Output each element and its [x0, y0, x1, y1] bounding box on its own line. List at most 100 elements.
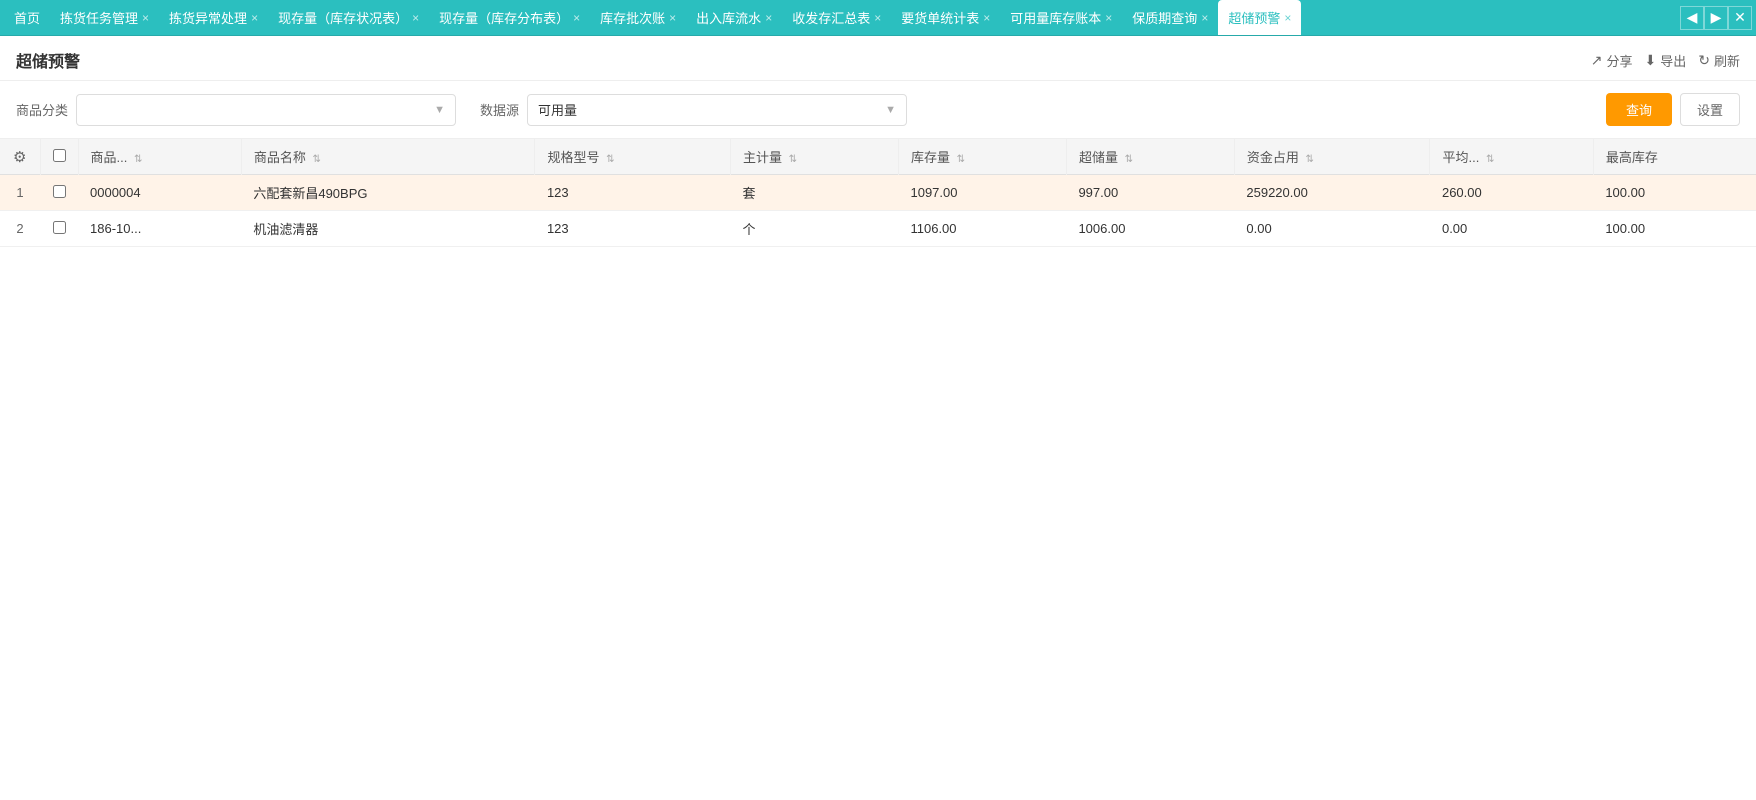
th-checkbox	[40, 139, 78, 175]
cell-product-name-1: 机油滤清器	[241, 211, 535, 247]
cell-spec-0: 123	[535, 175, 731, 211]
cell-product-code-1: 186-10...	[78, 211, 241, 247]
nav-close-stock-status[interactable]: ×	[412, 11, 419, 25]
sort-avg-icon: ⇅	[1486, 154, 1494, 165]
product-category-select[interactable]: ▼	[76, 94, 456, 126]
cell-product-name-0: 六配套新昌490BPG	[241, 175, 535, 211]
sort-stock-icon: ⇅	[957, 154, 965, 165]
export-button[interactable]: ⬇ 导出	[1645, 51, 1687, 70]
cell-stock-0: 1097.00	[898, 175, 1066, 211]
th-overstock[interactable]: 超储量 ⇅	[1066, 139, 1234, 175]
row-checkbox-0[interactable]	[40, 175, 78, 211]
nav-close-overstock[interactable]: ×	[1284, 11, 1291, 25]
row-checkbox-1[interactable]	[40, 211, 78, 247]
filter-bar: 商品分类 ▼ 数据源 可用量 ▼ 查询 设置	[0, 81, 1756, 139]
export-icon: ⬇	[1645, 52, 1657, 69]
row-select-0[interactable]	[53, 185, 66, 198]
select-all-checkbox[interactable]	[53, 149, 66, 162]
sort-unit-icon: ⇅	[789, 154, 797, 165]
sort-overstock-icon: ⇅	[1125, 154, 1133, 165]
nav-close-inout[interactable]: ×	[765, 11, 772, 25]
data-source-select[interactable]: 可用量 ▼	[527, 94, 907, 126]
nav-close-summary[interactable]: ×	[874, 11, 881, 25]
nav-close-stock-dist[interactable]: ×	[573, 11, 580, 25]
nav-next-button[interactable]: ▶	[1704, 6, 1728, 30]
data-table: ⚙ 商品... ⇅ 商品名称 ⇅ 规格型号 ⇅	[0, 139, 1756, 247]
refresh-icon: ↻	[1698, 52, 1710, 69]
table-row: 2 186-10... 机油滤清器 123 个 1106.00 1006.00 …	[0, 211, 1756, 247]
settings-button[interactable]: 设置	[1680, 93, 1740, 126]
page-header: 超储预警 ↗ 分享 ⬇ 导出 ↻ 刷新	[0, 36, 1756, 81]
nav-item-overstock[interactable]: 超储预警 ×	[1218, 0, 1301, 36]
cell-max-stock-1: 100.00	[1593, 211, 1756, 247]
refresh-button[interactable]: ↻ 刷新	[1698, 51, 1740, 70]
th-settings: ⚙	[0, 139, 40, 175]
header-actions: ↗ 分享 ⬇ 导出 ↻ 刷新	[1591, 51, 1740, 70]
th-product-name[interactable]: 商品名称 ⇅	[241, 139, 535, 175]
th-unit[interactable]: 主计量 ⇅	[731, 139, 899, 175]
cell-product-code-0: 0000004	[78, 175, 241, 211]
data-source-filter: 数据源 可用量 ▼	[480, 94, 907, 126]
cell-avg-0: 260.00	[1430, 175, 1593, 211]
product-category-filter: 商品分类 ▼	[16, 94, 456, 126]
nav-item-stock-status[interactable]: 现存量（库存状况表） ×	[268, 0, 429, 36]
nav-close-pick-task[interactable]: ×	[142, 11, 149, 25]
top-nav: 首页 拣货任务管理 × 拣货异常处理 × 现存量（库存状况表） × 现存量（库存…	[0, 0, 1756, 36]
cell-avg-1: 0.00	[1430, 211, 1593, 247]
cell-capital-1: 0.00	[1234, 211, 1430, 247]
row-num-0: 1	[0, 175, 40, 211]
nav-close-expiry[interactable]: ×	[1201, 11, 1208, 25]
nav-item-summary[interactable]: 收发存汇总表 ×	[782, 0, 891, 36]
cell-overstock-0: 997.00	[1066, 175, 1234, 211]
share-button[interactable]: ↗ 分享	[1591, 51, 1633, 70]
column-settings-icon[interactable]: ⚙	[13, 149, 26, 166]
nav-item-batch[interactable]: 库存批次账 ×	[590, 0, 686, 36]
data-source-chevron-icon: ▼	[885, 104, 896, 116]
cell-capital-0: 259220.00	[1234, 175, 1430, 211]
row-select-1[interactable]	[53, 221, 66, 234]
product-category-chevron-icon: ▼	[434, 104, 445, 116]
nav-close-batch[interactable]: ×	[669, 11, 676, 25]
row-num-1: 2	[0, 211, 40, 247]
sort-capital-icon: ⇅	[1306, 154, 1314, 165]
nav-close-pick-exception[interactable]: ×	[251, 11, 258, 25]
th-stock[interactable]: 库存量 ⇅	[898, 139, 1066, 175]
nav-close-order-stat[interactable]: ×	[983, 11, 990, 25]
nav-item-home[interactable]: 首页	[4, 0, 50, 36]
cell-spec-1: 123	[535, 211, 731, 247]
page-title: 超储预警	[16, 48, 80, 72]
product-category-label: 商品分类	[16, 100, 68, 119]
sort-spec-icon: ⇅	[606, 154, 614, 165]
nav-prev-button[interactable]: ◀	[1680, 6, 1704, 30]
nav-item-pick-task[interactable]: 拣货任务管理 ×	[50, 0, 159, 36]
query-button[interactable]: 查询	[1606, 93, 1672, 126]
cell-unit-0: 套	[731, 175, 899, 211]
table-header-row: ⚙ 商品... ⇅ 商品名称 ⇅ 规格型号 ⇅	[0, 139, 1756, 175]
nav-item-pick-exception[interactable]: 拣货异常处理 ×	[159, 0, 268, 36]
nav-item-available[interactable]: 可用量库存账本 ×	[1000, 0, 1122, 36]
th-capital[interactable]: 资金占用 ⇅	[1234, 139, 1430, 175]
sort-product-name-icon: ⇅	[312, 154, 320, 165]
nav-close-available[interactable]: ×	[1105, 11, 1112, 25]
data-source-value: 可用量	[538, 100, 577, 119]
nav-item-stock-dist[interactable]: 现存量（库存分布表） ×	[429, 0, 590, 36]
share-icon: ↗	[1591, 52, 1603, 69]
page-container: 超储预警 ↗ 分享 ⬇ 导出 ↻ 刷新 商品分类 ▼ 数据源	[0, 36, 1756, 800]
data-source-label: 数据源	[480, 100, 519, 119]
nav-item-order-stat[interactable]: 要货单统计表 ×	[891, 0, 1000, 36]
th-max-stock[interactable]: 最高库存	[1593, 139, 1756, 175]
th-product-code[interactable]: 商品... ⇅	[78, 139, 241, 175]
cell-stock-1: 1106.00	[898, 211, 1066, 247]
filter-actions: 查询 设置	[1606, 93, 1740, 126]
table-container: ⚙ 商品... ⇅ 商品名称 ⇅ 规格型号 ⇅	[0, 139, 1756, 247]
cell-unit-1: 个	[731, 211, 899, 247]
nav-item-expiry[interactable]: 保质期查询 ×	[1122, 0, 1218, 36]
cell-overstock-1: 1006.00	[1066, 211, 1234, 247]
nav-item-inout[interactable]: 出入库流水 ×	[686, 0, 782, 36]
nav-arrows: ◀ ▶ ✕	[1680, 6, 1752, 30]
th-avg[interactable]: 平均... ⇅	[1430, 139, 1593, 175]
th-spec[interactable]: 规格型号 ⇅	[535, 139, 731, 175]
table-row: 1 0000004 六配套新昌490BPG 123 套 1097.00 997.…	[0, 175, 1756, 211]
sort-product-code-icon: ⇅	[134, 154, 142, 165]
nav-close-all-button[interactable]: ✕	[1728, 6, 1752, 30]
